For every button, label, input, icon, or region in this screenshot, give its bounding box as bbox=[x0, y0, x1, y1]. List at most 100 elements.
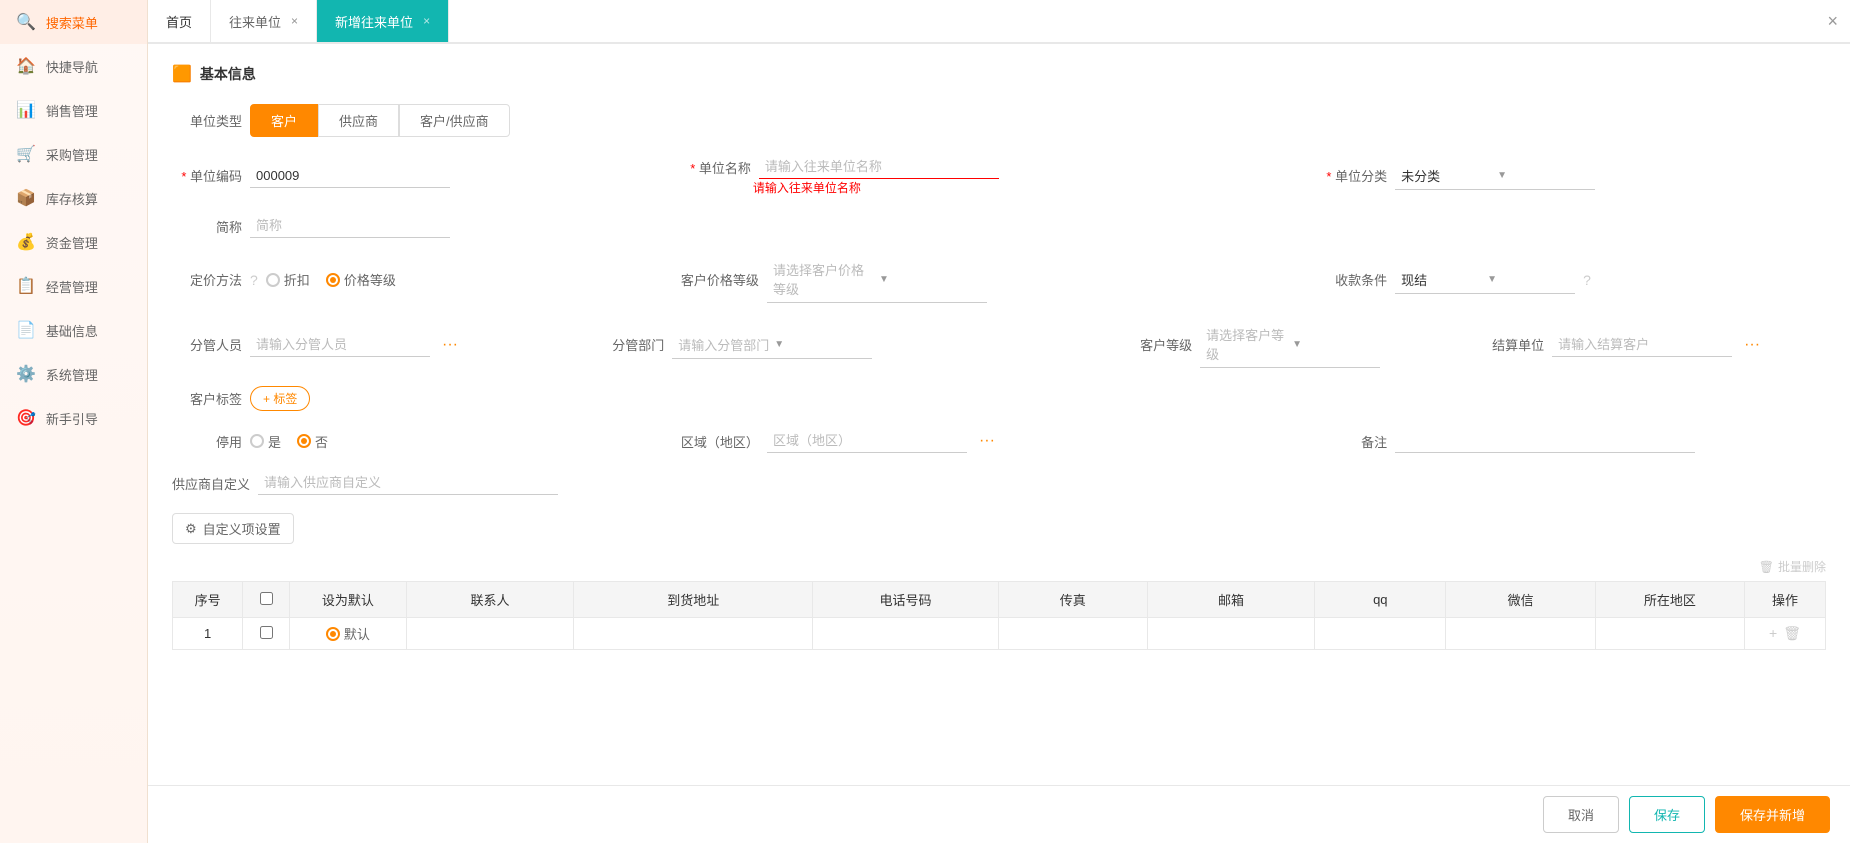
sidebar-item-system[interactable]: ⚙️ 系统管理 bbox=[0, 352, 147, 396]
tab-partner[interactable]: 往来单位 × bbox=[211, 0, 317, 42]
sidebar-item-quick-nav[interactable]: 🏠 快捷导航 bbox=[0, 44, 147, 88]
unit-category-value: 未分类 bbox=[1401, 166, 1493, 185]
col-checkbox[interactable] bbox=[243, 582, 290, 618]
add-tag-button[interactable]: + 标签 bbox=[250, 386, 310, 411]
tab-bar: 首页 往来单位 × 新增往来单位 × × bbox=[148, 0, 1850, 44]
unit-code-group: 单位编码 bbox=[172, 164, 681, 188]
col-email: 邮箱 bbox=[1147, 582, 1314, 618]
save-button[interactable]: 保存 bbox=[1629, 796, 1705, 833]
sidebar-item-operation[interactable]: 📋 经营管理 bbox=[0, 264, 147, 308]
purchase-icon: 🛒 bbox=[16, 144, 36, 164]
pricing-help-icon[interactable]: ? bbox=[250, 272, 258, 288]
global-close-button[interactable]: × bbox=[1827, 11, 1838, 32]
default-radio[interactable]: 默认 bbox=[296, 624, 400, 643]
tab-home[interactable]: 首页 bbox=[148, 0, 211, 42]
address-input[interactable] bbox=[633, 626, 753, 641]
tab-new-partner-close[interactable]: × bbox=[423, 14, 430, 28]
unit-code-input[interactable] bbox=[250, 164, 450, 188]
sidebar-item-label: 新手引导 bbox=[46, 409, 98, 428]
fax-input[interactable] bbox=[1038, 626, 1108, 641]
customer-level-select[interactable]: 请选择客户等级 ▼ bbox=[1200, 321, 1380, 368]
department-select[interactable]: 请输入分管部门 ▼ bbox=[672, 331, 872, 359]
sidebar-item-label: 销售管理 bbox=[46, 101, 98, 120]
sidebar-item-basic-info[interactable]: 📄 基础信息 bbox=[0, 308, 147, 352]
wechat-input[interactable] bbox=[1486, 626, 1556, 641]
customer-price-arrow: ▼ bbox=[879, 274, 981, 285]
payment-terms-select[interactable]: 现结 ▼ bbox=[1395, 266, 1575, 294]
phone-input[interactable] bbox=[860, 626, 950, 641]
row-action-buttons: + 🗑 bbox=[1751, 625, 1819, 642]
contact-input[interactable] bbox=[450, 626, 530, 641]
row-region[interactable] bbox=[1595, 618, 1744, 650]
supplier-custom-input[interactable] bbox=[258, 471, 558, 495]
sidebar-item-finance[interactable]: 💰 资金管理 bbox=[0, 220, 147, 264]
batch-delete-icon: 🗑 bbox=[1759, 560, 1774, 574]
tab-new-partner[interactable]: 新增往来单位 × bbox=[317, 0, 449, 42]
payment-terms-help-icon[interactable]: ? bbox=[1583, 272, 1591, 288]
manager-row: 分管人员 ··· 分管部门 请输入分管部门 ▼ 客户等级 请选择客户等级 ▼ 结… bbox=[172, 321, 1826, 368]
row-phone[interactable] bbox=[813, 618, 998, 650]
supplier-custom-group: 供应商自定义 bbox=[172, 471, 1826, 495]
table-header-actions: 🗑 批量删除 bbox=[172, 558, 1826, 575]
cancel-button[interactable]: 取消 bbox=[1543, 796, 1619, 833]
sidebar-item-purchase[interactable]: 🛒 采购管理 bbox=[0, 132, 147, 176]
qq-input[interactable] bbox=[1350, 626, 1410, 641]
row-address[interactable] bbox=[574, 618, 813, 650]
payment-terms-value: 现结 bbox=[1401, 270, 1483, 289]
unit-btn-customer[interactable]: 客户 bbox=[250, 104, 318, 137]
settlement-unit-input[interactable] bbox=[1552, 333, 1732, 357]
pricing-radio-discount[interactable]: 折扣 bbox=[266, 270, 310, 289]
unit-category-select[interactable]: 未分类 ▼ bbox=[1395, 162, 1595, 190]
region-input[interactable] bbox=[767, 429, 967, 453]
sidebar-item-inventory[interactable]: 📦 库存核算 bbox=[0, 176, 147, 220]
disabled-label: 停用 bbox=[172, 432, 242, 451]
row-checkbox[interactable] bbox=[260, 626, 273, 639]
select-all-checkbox[interactable] bbox=[260, 592, 273, 605]
unit-btn-both[interactable]: 客户/供应商 bbox=[399, 104, 510, 137]
remark-input[interactable] bbox=[1395, 429, 1695, 453]
custom-settings-button[interactable]: ⚙ 自定义项设置 bbox=[172, 513, 294, 544]
row-contact[interactable] bbox=[406, 618, 573, 650]
level-label: 价格等级 bbox=[344, 270, 396, 289]
manager-more-btn[interactable]: ··· bbox=[438, 336, 462, 354]
customer-level-group: 客户等级 请选择客户等级 ▼ bbox=[1122, 321, 1474, 368]
batch-delete-button[interactable]: 🗑 批量删除 bbox=[1759, 558, 1826, 575]
supplier-custom-row: 供应商自定义 bbox=[172, 471, 1826, 495]
sidebar-item-guide[interactable]: 🎯 新手引导 bbox=[0, 396, 147, 440]
row-checkbox-cell[interactable] bbox=[243, 618, 290, 650]
customer-tag-label: 客户标签 bbox=[172, 389, 242, 408]
region-more-btn[interactable]: ··· bbox=[975, 432, 999, 450]
add-row-btn[interactable]: + bbox=[1769, 625, 1777, 642]
search-icon: 🔍 bbox=[16, 12, 36, 32]
tab-partner-close[interactable]: × bbox=[291, 14, 298, 28]
unit-btn-supplier[interactable]: 供应商 bbox=[318, 104, 399, 137]
customer-price-level-placeholder: 请选择客户价格等级 bbox=[773, 260, 875, 298]
customer-price-level-select[interactable]: 请选择客户价格等级 ▼ bbox=[767, 256, 987, 303]
payment-terms-label: 收款条件 bbox=[1317, 270, 1387, 289]
sidebar-item-search[interactable]: 🔍 搜索菜单 bbox=[0, 0, 147, 44]
email-input[interactable] bbox=[1191, 626, 1271, 641]
row-qq[interactable] bbox=[1315, 618, 1446, 650]
sidebar-item-label: 系统管理 bbox=[46, 365, 98, 384]
finance-icon: 💰 bbox=[16, 232, 36, 252]
save-and-new-button[interactable]: 保存并新增 bbox=[1715, 796, 1830, 833]
sidebar-item-sales[interactable]: 📊 销售管理 bbox=[0, 88, 147, 132]
region-input-cell[interactable] bbox=[1635, 626, 1705, 641]
row-fax[interactable] bbox=[998, 618, 1147, 650]
delete-row-btn[interactable]: 🗑 bbox=[1783, 625, 1801, 642]
row-wechat[interactable] bbox=[1446, 618, 1595, 650]
pricing-radio-level[interactable]: 价格等级 bbox=[326, 270, 396, 289]
manager-input[interactable] bbox=[250, 333, 430, 357]
unit-name-input[interactable] bbox=[759, 155, 999, 179]
disabled-yes[interactable]: 是 bbox=[250, 432, 281, 451]
row-default-cell[interactable]: 默认 bbox=[289, 618, 406, 650]
unit-type-label: 单位类型 bbox=[172, 111, 242, 130]
inventory-icon: 📦 bbox=[16, 188, 36, 208]
row-email[interactable] bbox=[1147, 618, 1314, 650]
disabled-radio-group: 是 否 bbox=[250, 432, 328, 451]
short-name-input[interactable] bbox=[250, 214, 450, 238]
contact-table-section: 🗑 批量删除 序号 设为默认 联系人 到货地址 电话号码 传真 邮箱 qq bbox=[172, 558, 1826, 650]
settlement-unit-more-btn[interactable]: ··· bbox=[1740, 336, 1764, 354]
disabled-no[interactable]: 否 bbox=[297, 432, 328, 451]
short-name-group: 简称 bbox=[172, 214, 1826, 238]
